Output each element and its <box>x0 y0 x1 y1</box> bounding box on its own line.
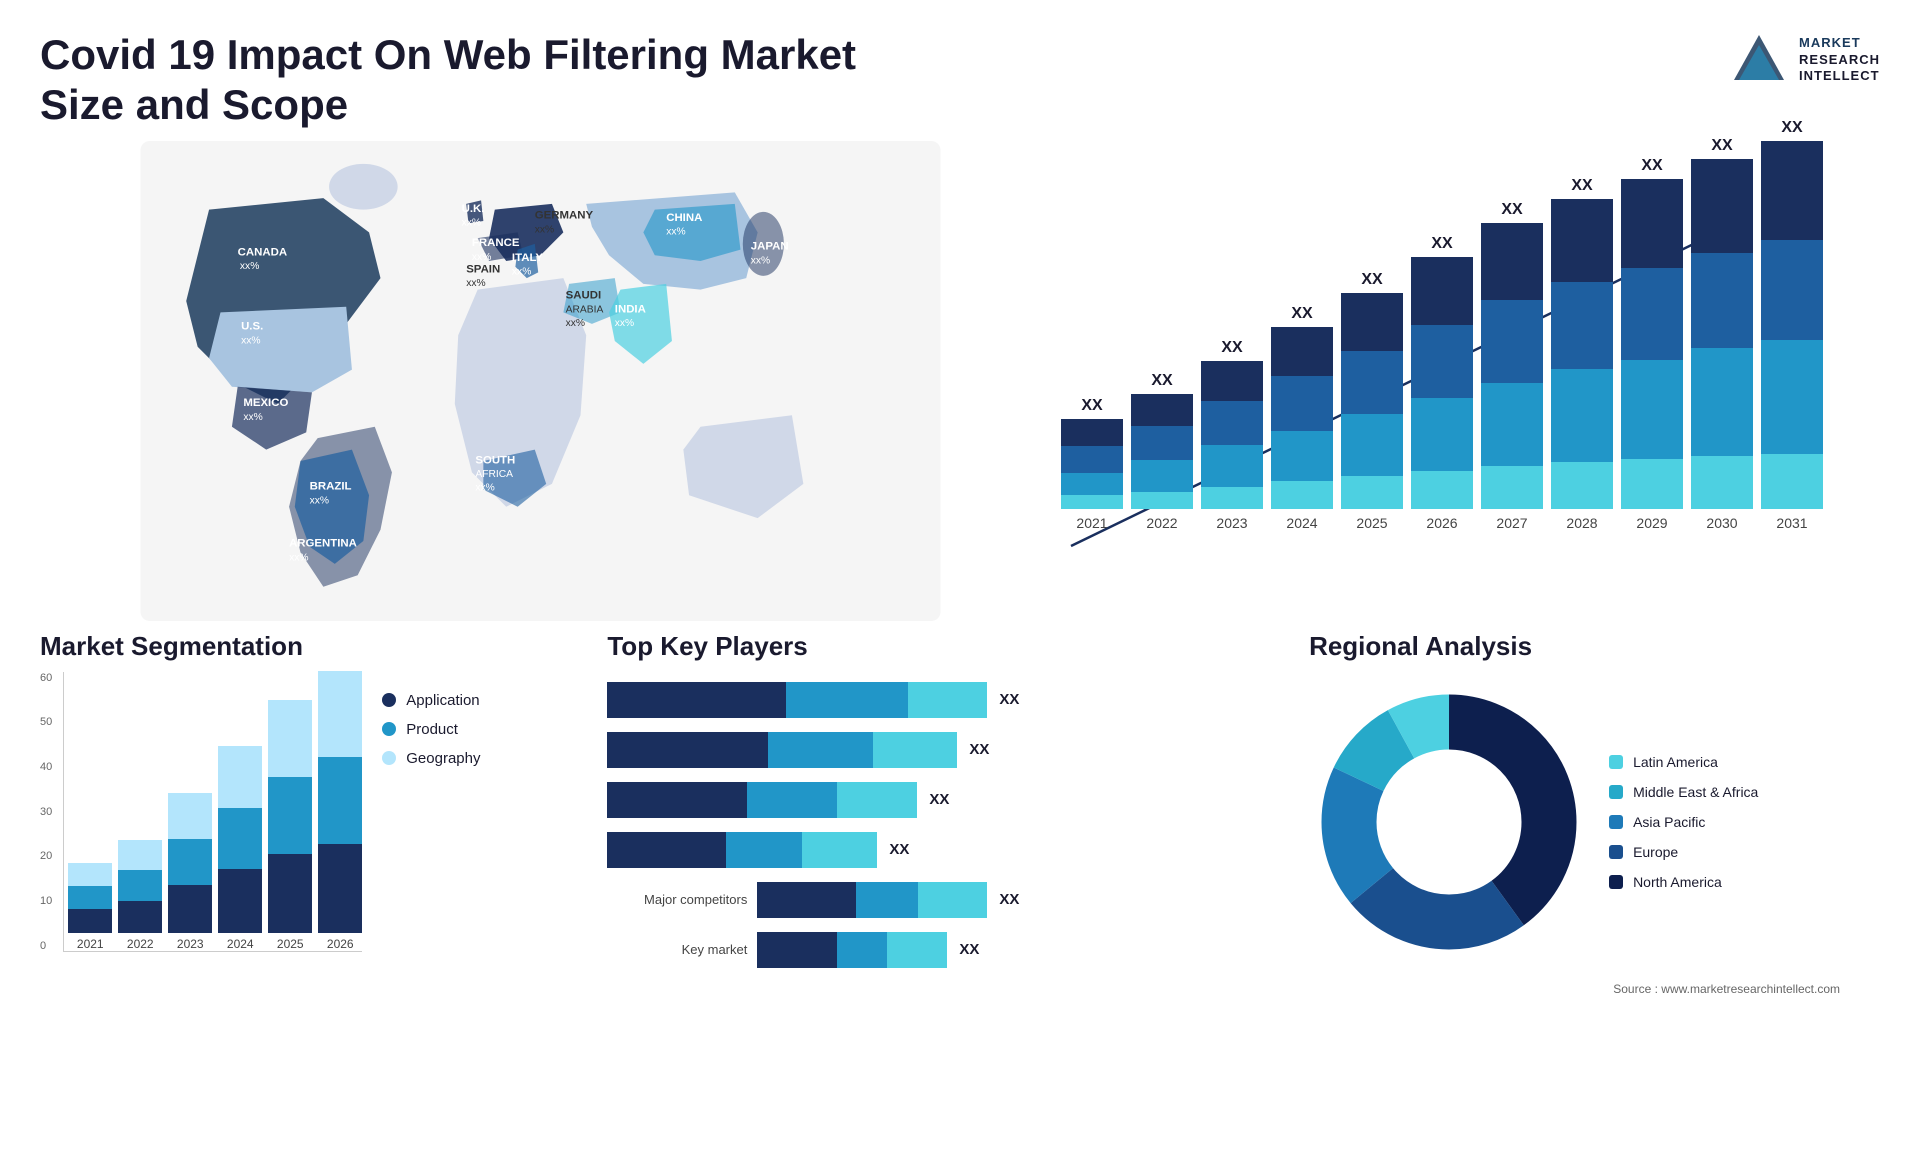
asia-pacific-dot <box>1609 815 1623 829</box>
bar-2029: XX 2029 <box>1621 157 1683 531</box>
players-section: Top Key Players XX <box>607 631 1279 1151</box>
bar-2026: XX 2026 <box>1411 235 1473 531</box>
svg-text:ITALY: ITALY <box>512 252 543 264</box>
svg-text:xx%: xx% <box>666 226 685 237</box>
middle-east-dot <box>1609 785 1623 799</box>
svg-text:BRAZIL: BRAZIL <box>310 480 352 492</box>
seg-bar-2022: 2022 <box>118 840 162 951</box>
bar-2022: XX 2022 <box>1131 372 1193 531</box>
svg-text:ARABIA: ARABIA <box>566 304 604 315</box>
latin-america-dot <box>1609 755 1623 769</box>
svg-text:xx%: xx% <box>535 224 554 235</box>
north-america-dot <box>1609 875 1623 889</box>
player-row-3: XX <box>607 782 1279 818</box>
bar-2028: XX 2028 <box>1551 177 1613 531</box>
bar-2031: XX 2031 <box>1761 119 1823 531</box>
svg-text:FRANCE: FRANCE <box>472 237 520 249</box>
svg-text:xx%: xx% <box>240 261 259 272</box>
legend-latin-america: Latin America <box>1609 754 1758 770</box>
bar-2025: XX 2025 <box>1341 271 1403 531</box>
logo-text: MARKET RESEARCH INTELLECT <box>1799 35 1880 86</box>
application-dot <box>382 693 396 707</box>
player-row-2: XX <box>607 732 1279 768</box>
header: Covid 19 Impact On Web Filtering Market … <box>0 0 1920 141</box>
seg-legend-geography: Geography <box>382 750 480 767</box>
regional-section: Regional Analysis <box>1309 631 1880 1151</box>
product-dot <box>382 722 396 736</box>
bar-2030: XX 2030 <box>1691 137 1753 531</box>
svg-text:ARGENTINA: ARGENTINA <box>289 537 357 549</box>
svg-text:MEXICO: MEXICO <box>243 397 288 409</box>
svg-text:SOUTH: SOUTH <box>475 454 515 466</box>
seg-bar-2021: 2021 <box>68 863 112 951</box>
seg-legend: Application Product Geography <box>382 692 480 767</box>
svg-text:xx%: xx% <box>472 252 491 263</box>
bar-2024: XX 2024 <box>1271 305 1333 531</box>
legend-europe: Europe <box>1609 844 1758 860</box>
svg-text:xx%: xx% <box>462 217 481 228</box>
svg-text:xx%: xx% <box>241 335 260 346</box>
svg-text:AFRICA: AFRICA <box>475 469 513 480</box>
svg-text:xx%: xx% <box>615 318 634 329</box>
svg-text:SAUDI: SAUDI <box>566 289 602 301</box>
player-row-5: Major competitors XX <box>607 882 1279 918</box>
bar-2021: XX 2021 <box>1061 397 1123 531</box>
bottom-section: Market Segmentation 60 50 40 30 20 10 0 <box>0 621 1920 1161</box>
seg-y-axis: 60 50 40 30 20 10 0 <box>40 672 52 952</box>
svg-text:xx%: xx% <box>466 278 485 289</box>
segmentation-title: Market Segmentation <box>40 631 577 662</box>
map-container: CANADA xx% U.S. xx% MEXICO xx% BRAZIL xx… <box>40 141 1041 621</box>
europe-dot <box>1609 845 1623 859</box>
svg-text:xx%: xx% <box>751 255 770 266</box>
player-row-6: Key market XX <box>607 932 1279 968</box>
svg-text:U.K.: U.K. <box>462 203 485 215</box>
logo-icon <box>1729 30 1789 90</box>
player-row-1: XX <box>607 682 1279 718</box>
svg-text:JAPAN: JAPAN <box>751 240 789 252</box>
donut-chart <box>1309 682 1589 962</box>
major-competitors-label: Major competitors <box>607 892 747 907</box>
svg-text:xx%: xx% <box>310 495 329 506</box>
svg-text:xx%: xx% <box>475 482 494 493</box>
svg-text:SPAIN: SPAIN <box>466 263 500 275</box>
segmentation-section: Market Segmentation 60 50 40 30 20 10 0 <box>40 631 577 1151</box>
legend-middle-east: Middle East & Africa <box>1609 784 1758 800</box>
geography-dot <box>382 751 396 765</box>
svg-text:CHINA: CHINA <box>666 212 702 224</box>
seg-bar-2023: 2023 <box>168 793 212 951</box>
legend-asia-pacific: Asia Pacific <box>1609 814 1758 830</box>
world-map: CANADA xx% U.S. xx% MEXICO xx% BRAZIL xx… <box>40 141 1041 621</box>
regional-title: Regional Analysis <box>1309 631 1880 662</box>
bar-2027: XX 2027 <box>1481 201 1543 531</box>
player-row-4: XX <box>607 832 1279 868</box>
key-market-label: Key market <box>607 942 747 957</box>
svg-text:CANADA: CANADA <box>238 246 287 258</box>
bar-2023: XX 2023 <box>1201 339 1263 531</box>
seg-bar-2024: 2024 <box>218 746 262 951</box>
svg-text:xx%: xx% <box>289 552 308 563</box>
bar-chart-container: XX 2021 XX <box>1061 141 1880 621</box>
players-title: Top Key Players <box>607 631 1279 662</box>
regional-legend: Latin America Middle East & Africa Asia … <box>1609 754 1758 890</box>
legend-north-america: North America <box>1609 874 1758 890</box>
donut-area: Latin America Middle East & Africa Asia … <box>1309 682 1880 962</box>
page-title: Covid 19 Impact On Web Filtering Market … <box>40 30 940 131</box>
seg-legend-application: Application <box>382 692 480 709</box>
seg-bar-2025: 2025 <box>268 700 312 951</box>
svg-text:xx%: xx% <box>566 318 585 329</box>
seg-bar-2026: 2026 <box>318 671 362 951</box>
top-section: CANADA xx% U.S. xx% MEXICO xx% BRAZIL xx… <box>0 141 1920 621</box>
svg-text:INDIA: INDIA <box>615 303 646 315</box>
svg-text:U.S.: U.S. <box>241 320 263 332</box>
seg-legend-product: Product <box>382 721 480 738</box>
players-chart: XX XX <box>607 682 1279 968</box>
svg-text:xx%: xx% <box>512 266 531 277</box>
logo: MARKET RESEARCH INTELLECT <box>1729 30 1880 90</box>
source-text: Source : www.marketresearchintellect.com <box>1309 982 1880 996</box>
svg-text:xx%: xx% <box>243 412 262 423</box>
svg-text:GERMANY: GERMANY <box>535 209 594 221</box>
